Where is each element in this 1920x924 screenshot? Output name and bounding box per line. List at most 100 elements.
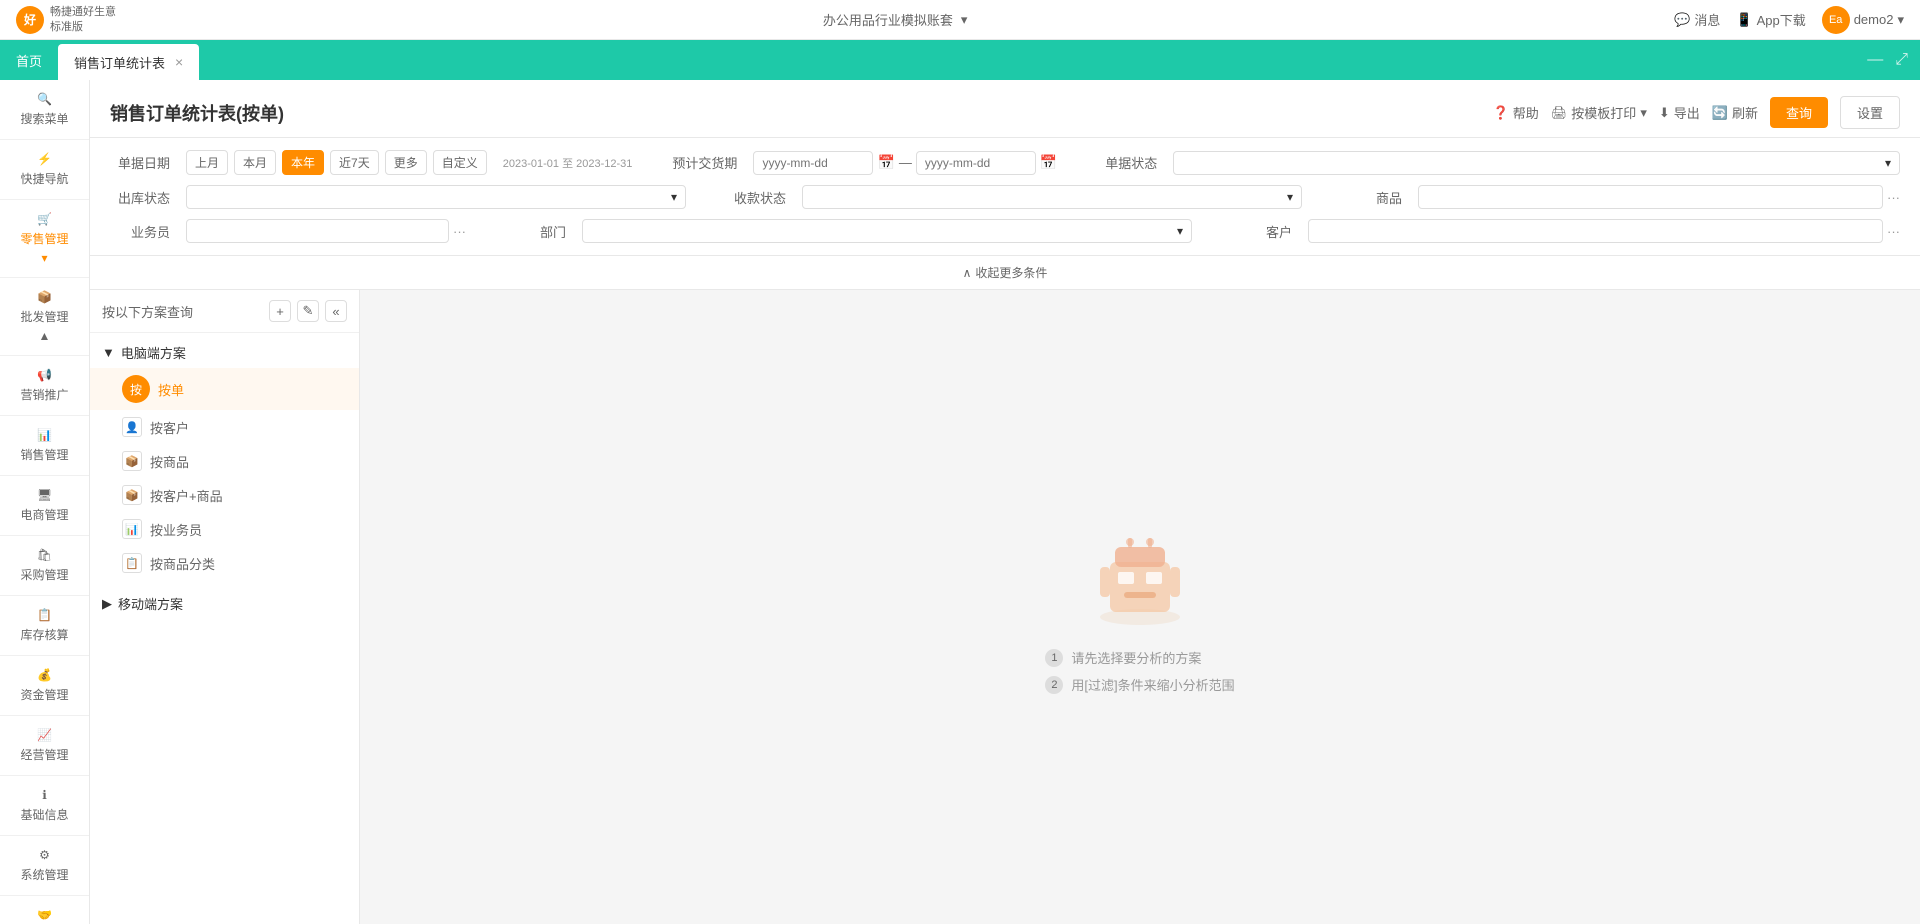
maximize-icon[interactable]: ⤢: [1891, 47, 1912, 73]
date-separator: —: [899, 155, 912, 170]
date-range-text: 2023-01-01 至 2023-12-31: [503, 155, 633, 171]
scheme-item-by-customer-product[interactable]: 📦 按客户+商品: [90, 478, 359, 512]
scheme-item-by-category[interactable]: 📋 按商品分类: [90, 546, 359, 580]
logo-text: 畅捷通好生意 标准版: [50, 5, 116, 34]
scheme-add-btn[interactable]: +: [269, 300, 291, 322]
user-dropdown-icon: ▾: [1897, 12, 1904, 28]
scheme-collapse-btn[interactable]: «: [325, 300, 347, 322]
out-status-select[interactable]: ▾: [186, 185, 686, 209]
salesperson-label: 业务员: [110, 222, 170, 241]
expected-date-label: 预计交货期: [672, 153, 737, 172]
avatar: Ea: [1822, 6, 1850, 34]
calendar-from-icon[interactable]: 📅: [877, 154, 894, 171]
enterprise-icon: 🤝: [37, 908, 52, 922]
sidebar-item-retail[interactable]: 🛒 零售管理 ▾: [0, 200, 89, 278]
sales-icon: 📊: [37, 428, 52, 442]
customer-input[interactable]: [1308, 219, 1883, 243]
hint-item-1: 1 请先选择要分析的方案: [1045, 648, 1234, 667]
tab-close-icon[interactable]: ×: [175, 54, 183, 70]
sidebar: 🔍 搜索菜单 ⚡ 快捷导航 🛒 零售管理 ▾ 📦 批发管理 ▲ 📢 营销推广 📊…: [0, 80, 90, 924]
sidebar-quick-nav[interactable]: ⚡ 快捷导航: [0, 140, 89, 200]
query-button[interactable]: 查询: [1770, 97, 1828, 128]
date-custom-btn[interactable]: 自定义: [433, 150, 487, 175]
hint-list: 1 请先选择要分析的方案 2 用[过滤]条件来缩小分析范围: [1045, 648, 1234, 702]
refresh-btn[interactable]: 🔄 刷新: [1712, 103, 1758, 122]
mobile-group-header[interactable]: ▶ 移动端方案: [90, 588, 359, 619]
purchase-icon: 🛍: [37, 548, 52, 562]
marketing-icon: 📢: [37, 368, 52, 382]
minimize-icon[interactable]: —: [1863, 47, 1887, 73]
department-select[interactable]: ▾: [582, 219, 1192, 243]
sidebar-item-purchase[interactable]: 🛍 采购管理: [0, 536, 89, 596]
customer-filter-group: ···: [1308, 219, 1900, 243]
expected-date-group: 📅 — 📅: [753, 151, 1057, 175]
print-icon: 🖨: [1551, 105, 1568, 121]
print-btn[interactable]: 🖨 按模板打印 ▾: [1551, 103, 1647, 122]
export-btn[interactable]: ⬇ 导出: [1659, 103, 1700, 122]
sidebar-item-inventory[interactable]: 📋 库存核算: [0, 596, 89, 656]
page-title: 销售订单统计表(按单): [110, 100, 284, 126]
nav-icon: ⚡: [37, 152, 52, 166]
calendar-to-icon[interactable]: 📅: [1040, 154, 1057, 171]
doc-status-label: 单据状态: [1097, 153, 1157, 172]
by-category-icon: 📋: [122, 553, 142, 573]
workspace-selector[interactable]: 办公用品行业模拟账套 ▾: [823, 10, 968, 29]
sidebar-item-ecommerce[interactable]: 🖥 电商管理: [0, 476, 89, 536]
tab-home[interactable]: 首页: [0, 40, 58, 80]
sidebar-item-wholesale[interactable]: 📦 批发管理 ▲: [0, 278, 89, 356]
inventory-icon: 📋: [37, 608, 52, 622]
product-label: 商品: [1342, 188, 1402, 207]
settings-button[interactable]: 设置: [1840, 96, 1900, 129]
scheme-item-by-customer[interactable]: 👤 按客户: [90, 410, 359, 444]
pc-group-header[interactable]: ▼ 电脑端方案: [90, 337, 359, 368]
payment-status-dropdown-icon: ▾: [1287, 190, 1293, 204]
expected-date-to[interactable]: [916, 151, 1036, 175]
top-bar: 好 畅捷通好生意 标准版 办公用品行业模拟账套 ▾ 💬 消息 📱 App下载 E…: [0, 0, 1920, 40]
sidebar-item-enterprise[interactable]: 🤝 企业协同: [0, 896, 89, 924]
pc-group-arrow: ▼: [102, 345, 115, 360]
scheme-item-by-product[interactable]: 📦 按商品: [90, 444, 359, 478]
customer-ellipsis-btn[interactable]: ···: [1887, 224, 1900, 239]
collapse-bar[interactable]: ∧ 收起更多条件: [90, 256, 1920, 290]
sidebar-item-business[interactable]: 📈 经营管理: [0, 716, 89, 776]
collapse-text: ∧ 收起更多条件: [963, 264, 1048, 281]
by-customer-icon: 👤: [122, 417, 142, 437]
out-status-label: 出库状态: [110, 188, 170, 207]
by-customer-product-icon: 📦: [122, 485, 142, 505]
help-icon: ❓: [1493, 105, 1509, 121]
expected-date-from[interactable]: [753, 151, 873, 175]
date-this-year-btn[interactable]: 本年: [282, 150, 324, 175]
date-last7days-btn[interactable]: 近7天: [330, 150, 379, 175]
date-more-btn[interactable]: 更多: [385, 150, 427, 175]
logo-area: 好 畅捷通好生意 标准版: [16, 5, 116, 34]
sidebar-item-finance[interactable]: 💰 资金管理: [0, 656, 89, 716]
app-download-btn[interactable]: 📱 App下载: [1736, 10, 1805, 29]
salesperson-input[interactable]: [186, 219, 449, 243]
sidebar-item-basic-info[interactable]: ℹ 基础信息: [0, 776, 89, 836]
payment-status-select[interactable]: ▾: [802, 185, 1302, 209]
date-last-month-btn[interactable]: 上月: [186, 150, 228, 175]
refresh-icon: 🔄: [1712, 105, 1728, 121]
scheme-item-by-order[interactable]: 按 按单: [90, 368, 359, 410]
help-btn[interactable]: ❓ 帮助: [1493, 103, 1539, 122]
page-header: 销售订单统计表(按单) ❓ 帮助 🖨 按模板打印 ▾ ⬇ 导出 🔄 刷新: [90, 80, 1920, 138]
salesperson-ellipsis-btn[interactable]: ···: [453, 224, 466, 239]
product-input[interactable]: [1418, 185, 1883, 209]
business-icon: 📈: [37, 728, 52, 742]
scheme-item-by-salesperson[interactable]: 📊 按业务员: [90, 512, 359, 546]
export-icon: ⬇: [1659, 105, 1670, 121]
tab-sales-stats[interactable]: 销售订单统计表 ×: [58, 44, 199, 80]
sidebar-item-system[interactable]: ⚙ 系统管理: [0, 836, 89, 896]
sidebar-item-marketing[interactable]: 📢 营销推广: [0, 356, 89, 416]
doc-status-select[interactable]: ▾: [1173, 151, 1900, 175]
sidebar-item-sales[interactable]: 📊 销售管理: [0, 416, 89, 476]
scheme-tools: + ✎ «: [269, 300, 347, 322]
scheme-edit-btn[interactable]: ✎: [297, 300, 319, 322]
sidebar-search[interactable]: 🔍 搜索菜单: [0, 80, 89, 140]
user-menu[interactable]: Ea demo2 ▾: [1822, 6, 1904, 34]
salesperson-filter-group: ···: [186, 219, 466, 243]
collapse-up-icon: ∧: [963, 266, 972, 280]
product-ellipsis-btn[interactable]: ···: [1887, 190, 1900, 205]
date-this-month-btn[interactable]: 本月: [234, 150, 276, 175]
message-btn[interactable]: 💬 消息: [1674, 10, 1720, 29]
